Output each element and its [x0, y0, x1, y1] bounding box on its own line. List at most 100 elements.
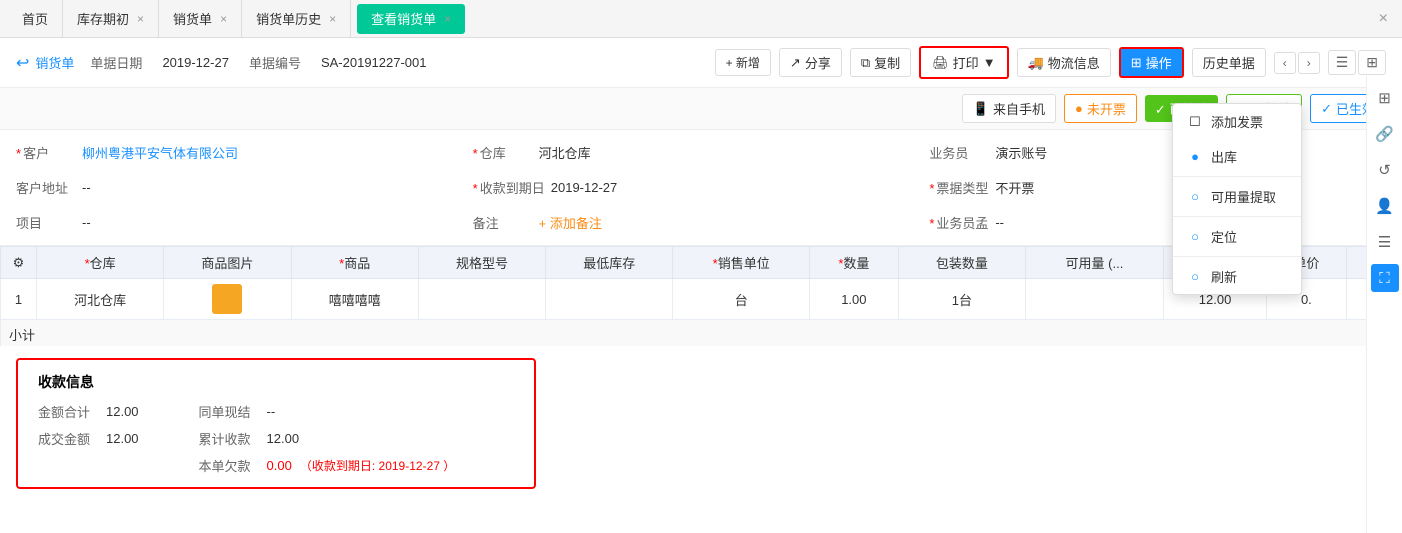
- sidebar-icon-link[interactable]: 🔗: [1371, 120, 1399, 148]
- grid-view-btn[interactable]: ⊞: [1358, 50, 1386, 75]
- logistics-button[interactable]: 🚚 物流信息: [1017, 48, 1111, 77]
- payment-col-right: 同单现结 -- 累计收款 12.00 本单欠款 0.00 （收款到期日: 201…: [199, 402, 456, 475]
- effect-icon: ✓: [1321, 101, 1332, 117]
- dropdown-available-qty[interactable]: ○ 可用量提取: [1173, 179, 1301, 214]
- main-content: ↩ 销货单 单据日期 2019-12-27 单据编号 SA-20191227-0…: [0, 38, 1402, 533]
- row-no: 1: [1, 279, 37, 320]
- tab-sales-history[interactable]: 销货单历史 ×: [242, 0, 351, 38]
- dropdown-menu: ☐ 添加发票 ● 出库 ○ 可用量提取 ○ 定位 ○ 刷新: [1172, 103, 1302, 295]
- row-min-stock: [546, 279, 673, 320]
- date-label: 单据日期: [90, 53, 142, 72]
- print-button[interactable]: 🖨 打印 ▼: [922, 49, 1005, 76]
- num-label: 单据编号: [249, 53, 301, 72]
- refresh-label: 刷新: [1211, 267, 1237, 286]
- address-field: 客户地址 --: [16, 175, 473, 200]
- salesperson-field: 业务员孟 --: [929, 210, 1386, 235]
- doc-type-icon: ↩: [16, 53, 29, 73]
- warehouse-label: 仓库: [473, 143, 533, 162]
- tab-view-sales-close[interactable]: ×: [444, 12, 451, 26]
- sidebar-icon-refresh[interactable]: ↺: [1371, 156, 1399, 184]
- tab-view-sales[interactable]: 查看销货单 ×: [357, 4, 465, 34]
- outbound-icon: ●: [1187, 149, 1203, 165]
- tab-bar: 首页 库存期初 × 销货单 × 销货单历史 × 查看销货单 × ×: [0, 0, 1402, 38]
- share-button[interactable]: ↗ 分享: [779, 48, 842, 77]
- window-close[interactable]: ×: [1379, 10, 1388, 28]
- remark-field: 备注 + 添加备注: [473, 210, 930, 235]
- remark-add[interactable]: + 添加备注: [539, 213, 602, 232]
- available-qty-icon: ○: [1187, 189, 1203, 205]
- outbound-label: 出库: [1211, 147, 1237, 166]
- cumulative-row: 累计收款 12.00: [199, 429, 456, 448]
- tab-sales-close[interactable]: ×: [220, 12, 227, 26]
- address-label: 客户地址: [16, 178, 76, 197]
- print-dropdown-icon: ▼: [983, 55, 996, 70]
- same-order-value: --: [267, 404, 276, 419]
- row-warehouse: 河北仓库: [37, 279, 164, 320]
- doc-header: ↩ 销货单 单据日期 2019-12-27 单据编号 SA-20191227-0…: [0, 38, 1402, 88]
- col-spec: 规格型号: [418, 247, 545, 279]
- from-phone-button[interactable]: 📱 来自手机: [962, 94, 1056, 123]
- logistics-icon: 🚚: [1028, 55, 1044, 71]
- divider-3: [1173, 256, 1301, 257]
- employee-label: 业务员: [929, 143, 989, 162]
- col-available: 可用量 (...: [1025, 247, 1163, 279]
- same-order-row: 同单现结 --: [199, 402, 456, 421]
- print-highlight: 🖨 打印 ▼: [919, 46, 1008, 79]
- payment-date-value: 2019-12-27: [551, 180, 618, 195]
- outstanding-value: 0.00: [267, 458, 292, 473]
- salesperson-value: --: [995, 215, 1004, 230]
- sidebar-icon-fullscreen[interactable]: ⛶: [1371, 264, 1399, 292]
- col-gear: ⚙: [1, 247, 37, 279]
- divider-2: [1173, 216, 1301, 217]
- tab-inventory[interactable]: 库存期初 ×: [63, 0, 159, 38]
- date-value: 2019-12-27: [162, 55, 229, 70]
- operations-button[interactable]: ⊞ 操作: [1119, 47, 1184, 78]
- dropdown-locate[interactable]: ○ 定位: [1173, 219, 1301, 254]
- tab-home[interactable]: 首页: [8, 0, 63, 38]
- not-open-button[interactable]: ● 未开票: [1064, 94, 1137, 123]
- payment-date-field: 收款到期日 2019-12-27: [473, 175, 930, 200]
- dropdown-outbound[interactable]: ● 出库: [1173, 139, 1301, 174]
- row-spec: [418, 279, 545, 320]
- tab-sales[interactable]: 销货单 ×: [159, 0, 242, 38]
- copy-icon: ⧉: [861, 55, 870, 71]
- payment-box: 收款信息 金额合计 12.00 成交金额 12.00 同单现结 --: [16, 358, 536, 489]
- project-value: --: [82, 215, 91, 230]
- customer-value[interactable]: 柳州粤港平安气体有限公司: [82, 143, 238, 162]
- new-button[interactable]: + 新增: [715, 49, 771, 76]
- list-view-btn[interactable]: ☰: [1328, 50, 1357, 75]
- project-label: 项目: [16, 213, 76, 232]
- locate-icon: ○: [1187, 229, 1203, 245]
- num-value: SA-20191227-001: [321, 55, 427, 70]
- next-arrow[interactable]: ›: [1298, 52, 1320, 74]
- col-product: *商品: [291, 247, 418, 279]
- dropdown-add-invoice[interactable]: ☐ 添加发票: [1173, 104, 1301, 139]
- remark-label: 备注: [473, 213, 533, 232]
- tab-inventory-close[interactable]: ×: [137, 12, 144, 26]
- transaction-row: 成交金额 12.00: [38, 429, 139, 448]
- row-available: [1025, 279, 1163, 320]
- refresh-icon: ○: [1187, 269, 1203, 285]
- share-icon: ↗: [790, 55, 801, 71]
- sidebar-icon-grid[interactable]: ⊞: [1371, 84, 1399, 112]
- col-warehouse: *仓库: [37, 247, 164, 279]
- cumulative-label: 累计收款: [199, 429, 259, 448]
- dropdown-refresh[interactable]: ○ 刷新: [1173, 259, 1301, 294]
- prev-arrow[interactable]: ‹: [1274, 52, 1296, 74]
- col-min-stock: 最低库存: [546, 247, 673, 279]
- outstanding-label: 本单欠款: [199, 456, 259, 475]
- copy-button[interactable]: ⧉ 复制: [850, 48, 911, 77]
- row-pkg-qty: 1台: [898, 279, 1025, 320]
- customer-field: 客户 柳州粤港平安气体有限公司: [16, 140, 473, 165]
- row-image: [164, 279, 291, 320]
- sidebar-icon-user[interactable]: 👤: [1371, 192, 1399, 220]
- payment-date-label: 收款到期日: [473, 178, 545, 197]
- locate-label: 定位: [1211, 227, 1237, 246]
- history-button[interactable]: 历史单据: [1192, 48, 1266, 77]
- sidebar-icon-list[interactable]: ☰: [1371, 228, 1399, 256]
- right-sidebar: ⊞ 🔗 ↺ 👤 ☰ ⛶: [1366, 76, 1402, 533]
- payment-section: 收款信息 金额合计 12.00 成交金额 12.00 同单现结 --: [0, 346, 1402, 501]
- verify-icon: ✓: [1155, 102, 1166, 117]
- plus-icon: +: [539, 216, 547, 231]
- tab-sales-history-close[interactable]: ×: [329, 12, 336, 26]
